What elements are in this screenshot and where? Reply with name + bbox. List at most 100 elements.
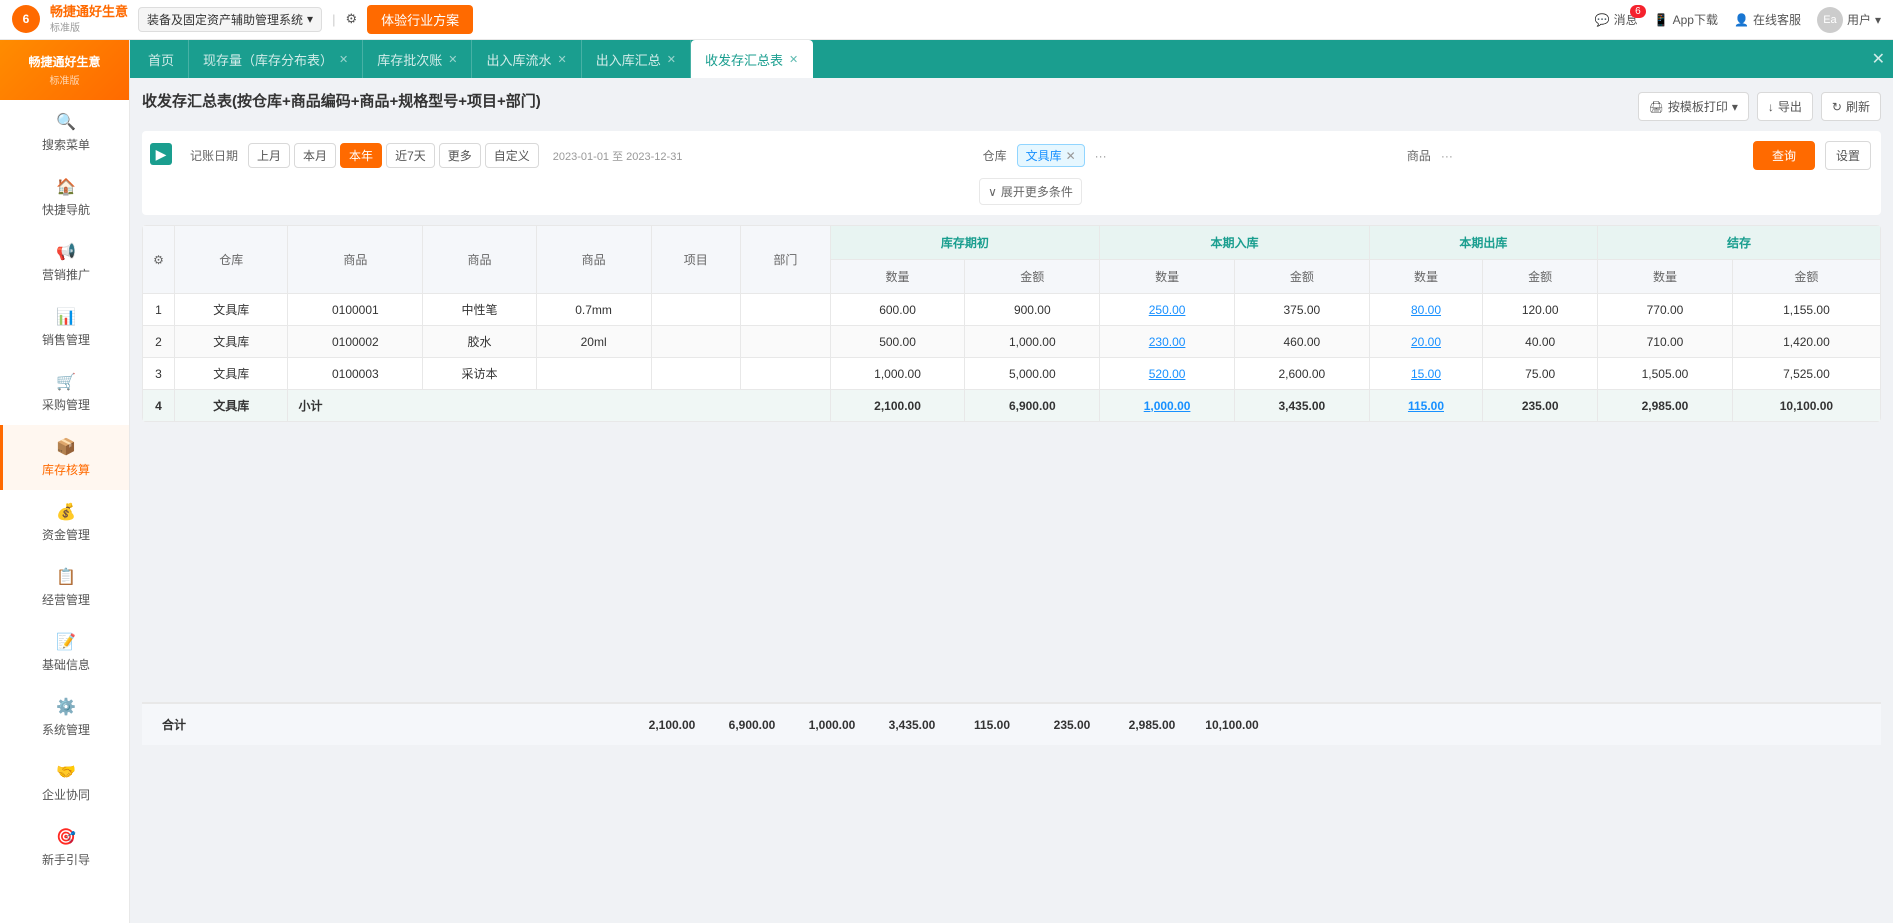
expand-conditions-button[interactable]: ∨ 展开更多条件 xyxy=(979,178,1082,205)
system-selector[interactable]: 装备及固定资产辅助管理系统 ▾ xyxy=(138,7,322,32)
filter-arrow: ▶ xyxy=(142,131,180,215)
row1-out-amount: 120.00 xyxy=(1483,294,1598,326)
home-icon: 🏠 xyxy=(56,177,76,197)
warehouse-label: 仓库 xyxy=(983,147,1007,164)
refresh-icon: ↻ xyxy=(1832,100,1842,114)
brand-name: 畅捷通好生意 xyxy=(50,4,128,21)
row1-opening-qty: 600.00 xyxy=(830,294,965,326)
footer-spacer xyxy=(432,721,632,729)
sidebar-item-basic-info[interactable]: 📝 基础信息 xyxy=(0,620,129,685)
sidebar-item-guide[interactable]: 🎯 新手引导 xyxy=(0,815,129,880)
system-icon: ⚙️ xyxy=(56,697,76,717)
date-btn-7days[interactable]: 近7天 xyxy=(386,143,435,168)
col-in-qty-header: 数量 xyxy=(1100,260,1235,294)
row2-project xyxy=(651,326,741,358)
tab-close-icon[interactable]: ✕ xyxy=(558,53,567,66)
collab-icon: 🤝 xyxy=(56,762,76,782)
sidebar-item-purchase[interactable]: 🛒 采购管理 xyxy=(0,360,129,425)
settings-button[interactable]: 设置 xyxy=(1825,141,1871,170)
row2-in-amount: 460.00 xyxy=(1234,326,1369,358)
settings-icon[interactable]: ⚙ xyxy=(345,11,357,27)
app-download-item[interactable]: 📱 App下载 xyxy=(1654,11,1718,28)
row1-in-qty[interactable]: 250.00 xyxy=(1100,294,1235,326)
col-out-qty-header: 数量 xyxy=(1369,260,1483,294)
print-button[interactable]: 🖨 按模板打印 ▾ xyxy=(1638,92,1749,121)
date-btn-more[interactable]: 更多 xyxy=(439,143,481,168)
tab-flow[interactable]: 出入库流水 ✕ xyxy=(472,40,581,78)
basic-info-icon: 📝 xyxy=(56,632,76,652)
row3-out-qty[interactable]: 15.00 xyxy=(1369,358,1483,390)
subtotal-opening-qty: 2,100.00 xyxy=(830,390,965,422)
col-ending-qty-header: 数量 xyxy=(1598,260,1733,294)
phone-icon: 📱 xyxy=(1654,13,1669,27)
row3-opening-qty: 1,000.00 xyxy=(830,358,965,390)
warehouse-tag: 文具库 ✕ xyxy=(1017,144,1085,167)
user-item[interactable]: Ea 用户 ▾ xyxy=(1817,7,1881,33)
sidebar-item-system[interactable]: ⚙️ 系统管理 xyxy=(0,685,129,750)
subtotal-label: 小计 xyxy=(288,390,830,422)
tab-summary[interactable]: 出入库汇总 ✕ xyxy=(582,40,691,78)
filter-body: 记账日期 上月 本月 本年 近7天 更多 自定义 2023-01-01 至 20… xyxy=(180,131,1881,215)
row1-project xyxy=(651,294,741,326)
date-btn-this-year[interactable]: 本年 xyxy=(340,143,382,168)
tag-close-icon[interactable]: ✕ xyxy=(1066,149,1076,163)
col-warehouse-header: 仓库 xyxy=(175,226,288,294)
footer-opening-amount: 6,900.00 xyxy=(712,714,792,736)
row2-out-amount: 40.00 xyxy=(1483,326,1598,358)
sales-icon: 📊 xyxy=(56,307,76,327)
row1-department xyxy=(741,294,831,326)
tab-inventory-dist[interactable]: 现存量（库存分布表） ✕ xyxy=(189,40,363,78)
online-service-item[interactable]: 👤 在线客服 xyxy=(1734,11,1801,28)
tab-close-icon[interactable]: ✕ xyxy=(789,53,798,66)
col-opening-group-header: 库存期初 xyxy=(830,226,1100,260)
export-button[interactable]: ↓ 导出 xyxy=(1757,92,1813,121)
row2-seq: 2 xyxy=(143,326,175,358)
table-row: 3 文具库 0100003 采访本 1,000.00 5,000.00 520.… xyxy=(143,358,1881,390)
subtotal-warehouse: 文具库 xyxy=(175,390,288,422)
tab-close-icon[interactable]: ✕ xyxy=(339,53,348,66)
row2-in-qty[interactable]: 230.00 xyxy=(1100,326,1235,358)
sidebar-item-operations[interactable]: 📋 经营管理 xyxy=(0,555,129,620)
tab-home[interactable]: 首页 xyxy=(138,40,189,78)
experience-button[interactable]: 体验行业方案 xyxy=(367,5,473,34)
query-button[interactable]: 查询 xyxy=(1753,141,1815,170)
sidebar-item-finance[interactable]: 💰 资金管理 xyxy=(0,490,129,555)
row3-in-qty[interactable]: 520.00 xyxy=(1100,358,1235,390)
row1-out-qty[interactable]: 80.00 xyxy=(1369,294,1483,326)
message-item[interactable]: 💬 消息 6 xyxy=(1595,11,1638,28)
warehouse-more[interactable]: ··· xyxy=(1095,149,1107,163)
tab-receipt-summary[interactable]: 收发存汇总表 ✕ xyxy=(691,40,813,78)
filter-collapse-button[interactable]: ▶ xyxy=(150,143,172,165)
col-goods-code-header: 商品 xyxy=(288,226,423,294)
system-name: 装备及固定资产辅助管理系统 xyxy=(147,11,303,28)
row3-ending-qty: 1,505.00 xyxy=(1598,358,1733,390)
col-settings-header[interactable]: ⚙ xyxy=(143,226,175,294)
filter-row-1: 记账日期 上月 本月 本年 近7天 更多 自定义 2023-01-01 至 20… xyxy=(190,141,1871,170)
sidebar-item-search[interactable]: 🔍 搜索菜单 xyxy=(0,100,129,165)
goods-more[interactable]: ··· xyxy=(1441,149,1453,163)
date-btn-custom[interactable]: 自定义 xyxy=(485,143,539,168)
sidebar-item-collab[interactable]: 🤝 企业协同 xyxy=(0,750,129,815)
search-icon: 🔍 xyxy=(56,112,76,132)
subtotal-in-qty[interactable]: 1,000.00 xyxy=(1100,390,1235,422)
operations-icon: 📋 xyxy=(56,567,76,587)
finance-icon: 💰 xyxy=(56,502,76,522)
date-btn-last-month[interactable]: 上月 xyxy=(248,143,290,168)
row1-ending-qty: 770.00 xyxy=(1598,294,1733,326)
sidebar-item-quick-nav[interactable]: 🏠 快捷导航 xyxy=(0,165,129,230)
sidebar-item-label: 基础信息 xyxy=(42,656,90,673)
footer-in-qty: 1,000.00 xyxy=(792,714,872,736)
sidebar-item-marketing[interactable]: 📢 营销推广 xyxy=(0,230,129,295)
sidebar-item-sales[interactable]: 📊 销售管理 xyxy=(0,295,129,360)
tab-close-icon[interactable]: ✕ xyxy=(667,53,676,66)
subtotal-out-qty[interactable]: 115.00 xyxy=(1369,390,1483,422)
tab-batch-ledger[interactable]: 库存批次账 ✕ xyxy=(363,40,472,78)
refresh-button[interactable]: ↻ 刷新 xyxy=(1821,92,1881,121)
date-btn-this-month[interactable]: 本月 xyxy=(294,143,336,168)
row2-warehouse: 文具库 xyxy=(175,326,288,358)
row2-out-qty[interactable]: 20.00 xyxy=(1369,326,1483,358)
sidebar-brand-name: 畅捷通好生意 xyxy=(28,53,100,70)
tab-close-icon[interactable]: ✕ xyxy=(448,53,457,66)
sidebar-item-inventory[interactable]: 📦 库存核算 xyxy=(0,425,129,490)
tab-bar-close-icon[interactable]: ✕ xyxy=(1872,49,1885,69)
